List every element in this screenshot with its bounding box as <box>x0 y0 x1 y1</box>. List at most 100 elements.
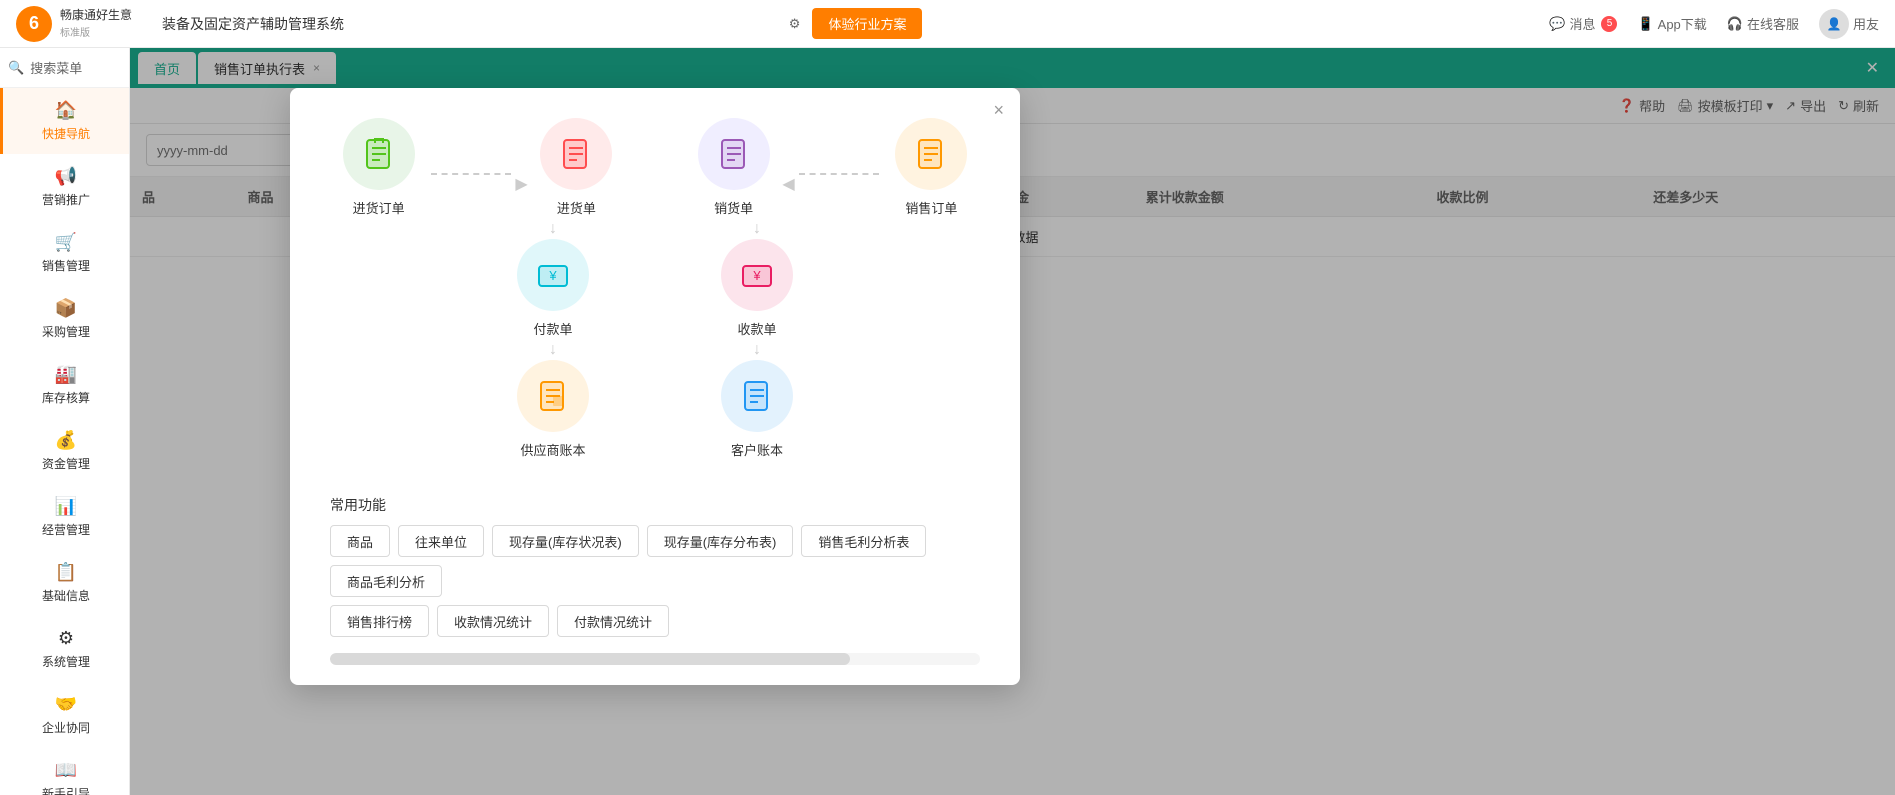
message-label: 消息 <box>1569 14 1595 33</box>
func-btn-product[interactable]: 商品 <box>330 525 390 557</box>
modal-box: × 进货订单 <box>290 88 1020 685</box>
modal-close-btn[interactable]: × <box>993 100 1004 121</box>
flow-node-purchase-slip[interactable]: 进货单 <box>528 118 625 217</box>
func-btn-stock-dist[interactable]: 现存量(库存分布表) <box>647 525 794 557</box>
flow-node-payment-slip[interactable]: ¥ 付款单 <box>488 239 618 338</box>
sidebar-item-guide[interactable]: 📖 新手引导 <box>0 748 129 795</box>
online-service-action[interactable]: 🎧 在线客服 <box>1727 14 1799 33</box>
flow-label-customer-account: 客户账本 <box>731 440 783 459</box>
sidebar-item-label-finance: 资金管理 <box>42 455 90 472</box>
sidebar-item-system[interactable]: ⚙ 系统管理 <box>0 616 129 682</box>
user-action[interactable]: 👤 用友 <box>1819 9 1879 39</box>
logo-area: 6 畅康通好生意 标准版 <box>16 6 146 42</box>
flow-circle-purchase-slip <box>540 118 612 190</box>
finance-icon: 💰 <box>55 430 77 451</box>
sidebar-item-basic[interactable]: 📋 基础信息 <box>0 550 129 616</box>
func-btn-sales-ranking[interactable]: 销售排行榜 <box>330 605 429 637</box>
operation-icon: 📊 <box>55 496 77 517</box>
flow-label-sales-order: 销售订单 <box>905 198 957 217</box>
sidebar-item-label-quick-nav: 快捷导航 <box>42 125 90 142</box>
func-btn-payment-stats[interactable]: 付款情况统计 <box>557 605 669 637</box>
sales-icon: 🛒 <box>55 232 77 253</box>
message-action[interactable]: 💬 消息 5 <box>1549 14 1617 33</box>
top-header: 6 畅康通好生意 标准版 装备及固定资产辅助管理系统 ⚙ 体验行业方案 💬 消息… <box>0 0 1895 48</box>
flow-diagram: 进货订单 ▶ 进 <box>330 118 980 475</box>
sidebar-item-label-sales: 销售管理 <box>42 257 90 274</box>
func-buttons-row2: 销售排行榜 收款情况统计 付款情况统计 <box>330 605 980 637</box>
avatar: 👤 <box>1819 9 1849 39</box>
basic-icon: 📋 <box>55 562 77 583</box>
sidebar-nav: 🏠 快捷导航 📢 营销推广 🛒 销售管理 📦 采购管理 🏭 库存核算 💰 <box>0 88 129 795</box>
purchase-icon: 📦 <box>55 298 77 319</box>
system-title: 装备及固定资产辅助管理系统 <box>146 14 789 34</box>
modal-overlay: × 进货订单 <box>130 48 1895 795</box>
system-icon: ⚙ <box>58 628 74 649</box>
sidebar-item-label-marketing: 营销推广 <box>42 191 90 208</box>
func-buttons-row1: 商品 往来单位 现存量(库存状况表) 现存量(库存分布表) 销售毛利分析表 商品… <box>330 525 980 597</box>
modal-scrollbar-thumb <box>330 653 850 665</box>
sidebar-item-marketing[interactable]: 📢 营销推广 <box>0 154 129 220</box>
search-icon: 🔍 <box>8 60 24 76</box>
content-area: 首页 销售订单执行表 × ✕ ❓ 帮助 🖨 按模板打印 ▾ ↗ 导 <box>130 48 1895 795</box>
flow-label-purchase-slip: 进货单 <box>557 198 596 217</box>
message-icon: 💬 <box>1549 16 1565 32</box>
message-badge: 5 <box>1601 16 1617 32</box>
settings-icon[interactable]: ⚙ <box>789 16 801 32</box>
sidebar: 🔍 搜索菜单 🏠 快捷导航 📢 营销推广 🛒 销售管理 📦 采购管理 🏭 <box>0 48 130 795</box>
func-btn-product-gross[interactable]: 商品毛利分析 <box>330 565 442 597</box>
sidebar-item-label-purchase: 采购管理 <box>42 323 90 340</box>
flow-circle-receipt-slip: ¥ <box>721 239 793 311</box>
sidebar-item-purchase[interactable]: 📦 采购管理 <box>0 286 129 352</box>
flow-label-sales-slip: 销货单 <box>714 198 753 217</box>
flow-label-supplier-account: 供应商账本 <box>520 440 585 459</box>
flow-circle-customer-account <box>721 360 793 432</box>
main-layout: 🔍 搜索菜单 🏠 快捷导航 📢 营销推广 🛒 销售管理 📦 采购管理 🏭 <box>0 48 1895 795</box>
flow-node-supplier-account[interactable]: 供应商账本 <box>488 360 618 459</box>
modal-body: 进货订单 ▶ 进 <box>290 88 1020 685</box>
sidebar-item-label-operation: 经营管理 <box>42 521 90 538</box>
flow-node-customer-account[interactable]: 客户账本 <box>692 360 822 459</box>
modal-scrollbar[interactable] <box>330 653 980 665</box>
sidebar-item-label-system: 系统管理 <box>42 653 90 670</box>
flow-circle-sales-slip <box>698 118 770 190</box>
sidebar-search[interactable]: 🔍 搜索菜单 <box>0 48 129 88</box>
logo-icon: 6 <box>16 6 52 42</box>
marketing-icon: 📢 <box>55 166 77 187</box>
sidebar-item-sales[interactable]: 🛒 销售管理 <box>0 220 129 286</box>
guide-icon: 📖 <box>55 760 77 781</box>
flow-label-purchase-order: 进货订单 <box>353 198 405 217</box>
app-download-action[interactable]: 📱 App下载 <box>1637 14 1706 33</box>
logo-sub: 标准版 <box>60 24 132 39</box>
user-label: 用友 <box>1853 14 1879 33</box>
sidebar-item-inventory[interactable]: 🏭 库存核算 <box>0 352 129 418</box>
app-download-label: App下载 <box>1658 14 1707 33</box>
func-btn-sales-gross[interactable]: 销售毛利分析表 <box>801 525 926 557</box>
try-btn[interactable]: 体验行业方案 <box>812 8 922 39</box>
header-actions: 💬 消息 5 📱 App下载 🎧 在线客服 👤 用友 <box>1549 9 1879 39</box>
func-btn-stock-status[interactable]: 现存量(库存状况表) <box>492 525 639 557</box>
func-btn-partner[interactable]: 往来单位 <box>398 525 484 557</box>
cooperation-icon: 🤝 <box>55 694 77 715</box>
flow-label-payment-slip: 付款单 <box>533 319 572 338</box>
sidebar-item-label-inventory: 库存核算 <box>42 389 90 406</box>
common-functions: 常用功能 商品 往来单位 现存量(库存状况表) 现存量(库存分布表) 销售毛利分… <box>330 495 980 637</box>
logo-text: 畅康通好生意 <box>60 8 132 24</box>
sidebar-item-label-basic: 基础信息 <box>42 587 90 604</box>
sidebar-item-operation[interactable]: 📊 经营管理 <box>0 484 129 550</box>
sidebar-search-label: 搜索菜单 <box>30 58 82 77</box>
sidebar-item-quick-nav[interactable]: 🏠 快捷导航 <box>0 88 129 154</box>
svg-text:¥: ¥ <box>548 268 557 283</box>
flow-label-receipt-slip: 收款单 <box>737 319 776 338</box>
online-service-label: 在线客服 <box>1747 14 1799 33</box>
flow-node-receipt-slip[interactable]: ¥ 收款单 <box>692 239 822 338</box>
flow-node-sales-slip[interactable]: 销货单 <box>685 118 782 217</box>
flow-circle-sales-order <box>895 118 967 190</box>
flow-node-sales-order[interactable]: 销售订单 <box>883 118 980 217</box>
func-btn-receipt-stats[interactable]: 收款情况统计 <box>437 605 549 637</box>
sidebar-item-cooperation[interactable]: 🤝 企业协同 <box>0 682 129 748</box>
sidebar-item-label-cooperation: 企业协同 <box>42 719 90 736</box>
sidebar-item-finance[interactable]: 💰 资金管理 <box>0 418 129 484</box>
flow-node-purchase-order[interactable]: 进货订单 <box>330 118 427 217</box>
svg-text:¥: ¥ <box>752 268 761 283</box>
inventory-icon: 🏭 <box>55 364 77 385</box>
